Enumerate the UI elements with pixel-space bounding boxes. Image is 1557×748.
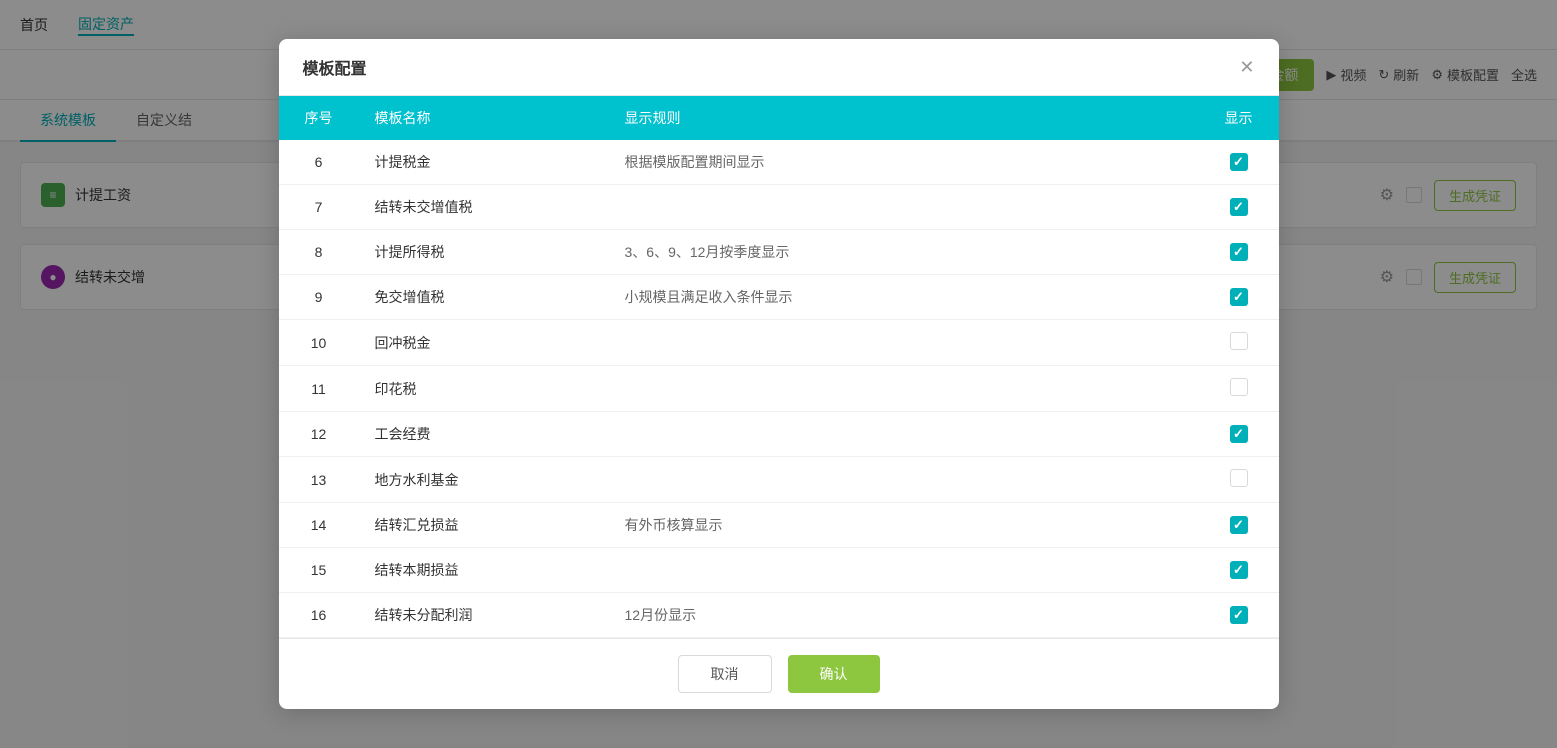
row-seq: 9 xyxy=(279,275,359,320)
row-checkbox-cell xyxy=(1199,275,1279,320)
modal-title: 模板配置 xyxy=(303,55,367,79)
row-name: 结转本期损益 xyxy=(359,548,609,593)
modal-footer: 取消 确认 xyxy=(279,638,1279,709)
row-checkbox[interactable] xyxy=(1230,516,1248,534)
config-table: 序号 模板名称 显示规则 显示 6计提税金根据模版配置期间显示7结转未交增值税8… xyxy=(279,96,1279,638)
modal-body: 序号 模板名称 显示规则 显示 6计提税金根据模版配置期间显示7结转未交增值税8… xyxy=(279,96,1279,638)
col-display: 显示 xyxy=(1199,96,1279,140)
table-row: 13地方水利基金 xyxy=(279,457,1279,503)
row-rule xyxy=(609,320,1199,366)
row-name: 结转汇兑损益 xyxy=(359,503,609,548)
row-rule: 3、6、9、12月按季度显示 xyxy=(609,230,1199,275)
row-rule xyxy=(609,185,1199,230)
row-rule: 根据模版配置期间显示 xyxy=(609,140,1199,185)
row-rule xyxy=(609,412,1199,457)
col-seq: 序号 xyxy=(279,96,359,140)
row-rule: 小规模且满足收入条件显示 xyxy=(609,275,1199,320)
table-header: 序号 模板名称 显示规则 显示 xyxy=(279,96,1279,140)
row-checkbox[interactable] xyxy=(1230,606,1248,624)
row-checkbox-cell xyxy=(1199,457,1279,503)
table-body: 6计提税金根据模版配置期间显示7结转未交增值税8计提所得税3、6、9、12月按季… xyxy=(279,140,1279,638)
col-name: 模板名称 xyxy=(359,96,609,140)
row-name: 免交增值税 xyxy=(359,275,609,320)
row-checkbox[interactable] xyxy=(1230,378,1248,396)
row-checkbox-cell xyxy=(1199,503,1279,548)
row-checkbox-cell xyxy=(1199,366,1279,412)
row-checkbox[interactable] xyxy=(1230,153,1248,171)
row-seq: 11 xyxy=(279,366,359,412)
row-checkbox[interactable] xyxy=(1230,288,1248,306)
row-rule: 有外币核算显示 xyxy=(609,503,1199,548)
confirm-button[interactable]: 确认 xyxy=(788,655,880,693)
table-row: 8计提所得税3、6、9、12月按季度显示 xyxy=(279,230,1279,275)
row-name: 工会经费 xyxy=(359,412,609,457)
row-rule xyxy=(609,548,1199,593)
row-rule xyxy=(609,366,1199,412)
row-name: 计提税金 xyxy=(359,140,609,185)
row-seq: 10 xyxy=(279,320,359,366)
row-name: 印花税 xyxy=(359,366,609,412)
row-checkbox-cell xyxy=(1199,593,1279,638)
row-name: 回冲税金 xyxy=(359,320,609,366)
row-checkbox-cell xyxy=(1199,185,1279,230)
row-checkbox-cell xyxy=(1199,140,1279,185)
row-name: 计提所得税 xyxy=(359,230,609,275)
modal-close-button[interactable]: ✕ xyxy=(1239,58,1254,76)
row-seq: 12 xyxy=(279,412,359,457)
modal-header: 模板配置 ✕ xyxy=(279,39,1279,96)
row-seq: 8 xyxy=(279,230,359,275)
row-checkbox[interactable] xyxy=(1230,425,1248,443)
row-checkbox[interactable] xyxy=(1230,332,1248,350)
row-checkbox-cell xyxy=(1199,548,1279,593)
table-row: 11印花税 xyxy=(279,366,1279,412)
row-seq: 14 xyxy=(279,503,359,548)
table-row: 6计提税金根据模版配置期间显示 xyxy=(279,140,1279,185)
row-checkbox-cell xyxy=(1199,320,1279,366)
table-row: 10回冲税金 xyxy=(279,320,1279,366)
table-row: 9免交增值税小规模且满足收入条件显示 xyxy=(279,275,1279,320)
row-checkbox[interactable] xyxy=(1230,469,1248,487)
row-seq: 6 xyxy=(279,140,359,185)
row-name: 结转未交增值税 xyxy=(359,185,609,230)
row-name: 地方水利基金 xyxy=(359,457,609,503)
row-seq: 16 xyxy=(279,593,359,638)
table-row: 7结转未交增值税 xyxy=(279,185,1279,230)
col-rule: 显示规则 xyxy=(609,96,1199,140)
row-checkbox[interactable] xyxy=(1230,198,1248,216)
row-seq: 15 xyxy=(279,548,359,593)
table-row: 15结转本期损益 xyxy=(279,548,1279,593)
row-rule: 12月份显示 xyxy=(609,593,1199,638)
row-name: 结转未分配利润 xyxy=(359,593,609,638)
cancel-button[interactable]: 取消 xyxy=(678,655,772,693)
modal-template-config: 模板配置 ✕ 序号 模板名称 显示规则 显示 6计提税金根据模版配置期间显示7结… xyxy=(279,39,1279,709)
table-row: 12工会经费 xyxy=(279,412,1279,457)
row-checkbox-cell xyxy=(1199,230,1279,275)
table-row: 14结转汇兑损益有外币核算显示 xyxy=(279,503,1279,548)
row-checkbox-cell xyxy=(1199,412,1279,457)
row-rule xyxy=(609,457,1199,503)
row-checkbox[interactable] xyxy=(1230,561,1248,579)
modal-overlay: 模板配置 ✕ 序号 模板名称 显示规则 显示 6计提税金根据模版配置期间显示7结… xyxy=(0,0,1557,748)
table-row: 16结转未分配利润12月份显示 xyxy=(279,593,1279,638)
row-seq: 13 xyxy=(279,457,359,503)
row-checkbox[interactable] xyxy=(1230,243,1248,261)
row-seq: 7 xyxy=(279,185,359,230)
